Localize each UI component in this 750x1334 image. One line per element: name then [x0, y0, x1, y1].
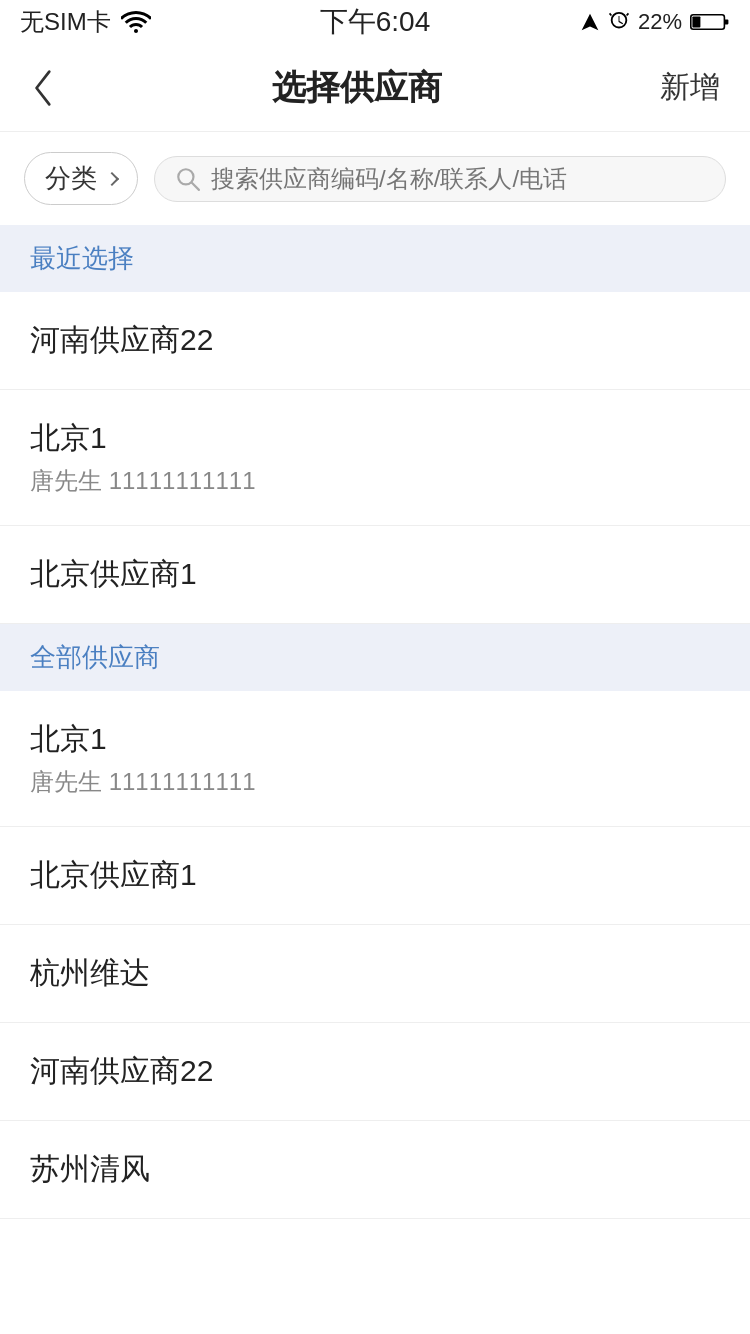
- status-time: 下午6:04: [320, 3, 431, 41]
- item-name: 北京1: [30, 418, 720, 459]
- recent-section-title: 最近选择: [30, 243, 134, 273]
- back-button[interactable]: [30, 68, 54, 108]
- alarm-icon: [608, 11, 630, 33]
- list-item[interactable]: 河南供应商22: [0, 292, 750, 390]
- add-button[interactable]: 新增: [660, 67, 720, 108]
- list-item[interactable]: 北京供应商1: [0, 827, 750, 925]
- list-item[interactable]: 河南供应商22: [0, 1023, 750, 1121]
- search-box: [154, 156, 726, 202]
- category-label: 分类: [45, 161, 97, 196]
- svg-rect-2: [692, 16, 700, 27]
- list-item[interactable]: 苏州清风: [0, 1121, 750, 1219]
- wifi-icon: [121, 11, 151, 33]
- svg-rect-1: [724, 20, 728, 25]
- item-name: 河南供应商22: [30, 1051, 720, 1092]
- item-sub: 唐先生 11111111111: [30, 465, 720, 497]
- status-bar: 无SIM卡 下午6:04 22%: [0, 0, 750, 44]
- search-input[interactable]: [211, 165, 705, 193]
- battery-icon: [690, 12, 730, 32]
- filter-bar: 分类: [0, 132, 750, 225]
- recent-section-header: 最近选择: [0, 225, 750, 292]
- battery-text: 22%: [638, 9, 682, 35]
- nav-bar: 选择供应商 新增: [0, 44, 750, 132]
- list-item[interactable]: 杭州维达: [0, 925, 750, 1023]
- status-right: 22%: [580, 9, 730, 35]
- all-section-title: 全部供应商: [30, 642, 160, 672]
- item-name: 北京供应商1: [30, 554, 720, 595]
- all-section-header: 全部供应商: [0, 624, 750, 691]
- category-button[interactable]: 分类: [24, 152, 138, 205]
- list-item[interactable]: 北京供应商1: [0, 526, 750, 624]
- item-name: 北京供应商1: [30, 855, 720, 896]
- item-name: 河南供应商22: [30, 320, 720, 361]
- all-list: 北京1 唐先生 11111111111 北京供应商1 杭州维达河南供应商22 苏州清风: [0, 691, 750, 1219]
- list-item[interactable]: 北京1 唐先生 11111111111: [0, 691, 750, 827]
- location-icon: [580, 12, 600, 32]
- item-name: 杭州维达: [30, 953, 720, 994]
- item-name: 苏州清风: [30, 1149, 720, 1190]
- chevron-icon: [105, 171, 119, 185]
- status-left: 无SIM卡: [20, 6, 151, 38]
- item-name: 北京1: [30, 719, 720, 760]
- no-sim-text: 无SIM卡: [20, 6, 111, 38]
- recent-list: 河南供应商22 北京1 唐先生 11111111111 北京供应商1: [0, 292, 750, 624]
- search-icon: [175, 165, 201, 193]
- page-title: 选择供应商: [272, 65, 442, 111]
- list-item[interactable]: 北京1 唐先生 11111111111: [0, 390, 750, 526]
- svg-line-4: [192, 182, 199, 189]
- item-sub: 唐先生 11111111111: [30, 766, 720, 798]
